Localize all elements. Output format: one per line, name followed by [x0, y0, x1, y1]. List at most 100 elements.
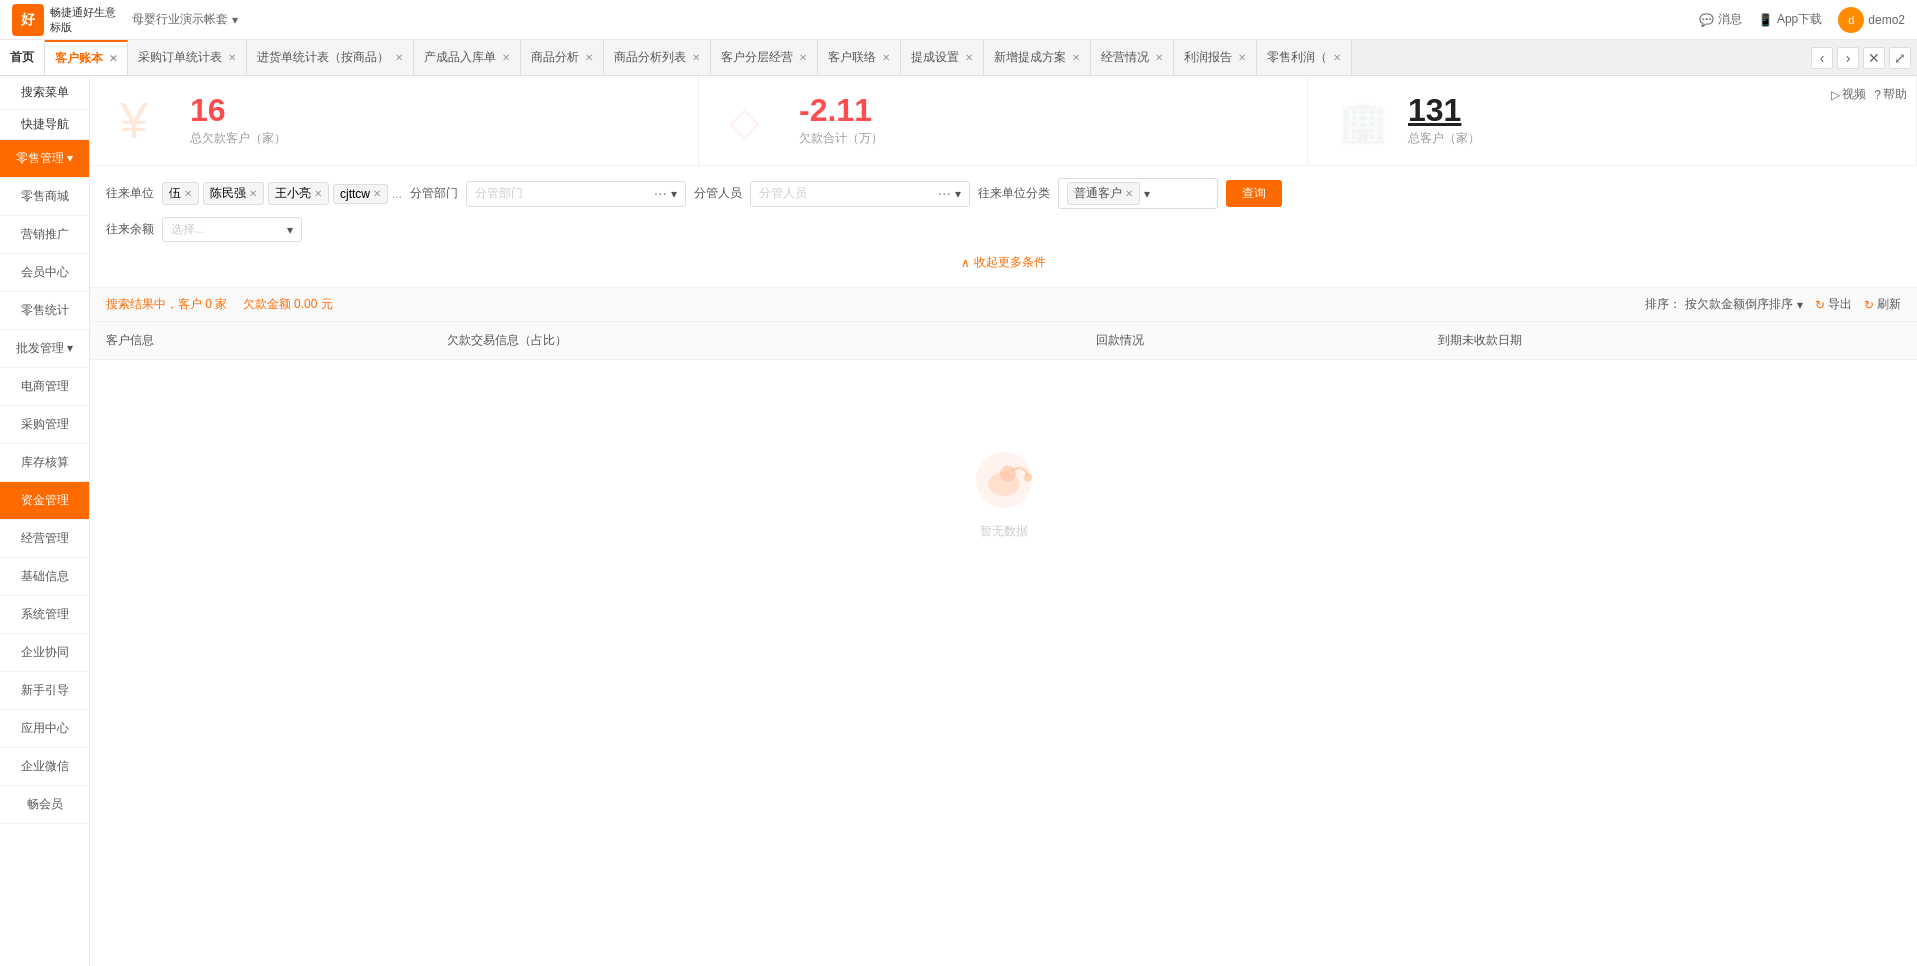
logo-icon: 好	[12, 4, 44, 36]
close-icon[interactable]: ✕	[882, 52, 890, 63]
tab-purchase-orders[interactable]: 采购订单统计表 ✕	[128, 40, 247, 76]
close-icon[interactable]: ✕	[395, 52, 403, 63]
sidebar-item-ecommerce[interactable]: 电商管理	[0, 368, 89, 406]
stat-text-total-all: 131 总客户（家）	[1408, 94, 1480, 147]
chevron-down-icon: ▾	[67, 341, 73, 355]
delete-category-tag[interactable]: ✕	[1125, 188, 1133, 199]
refresh-button[interactable]: ↻ 刷新	[1864, 296, 1901, 313]
tab-prev-button[interactable]: ‹	[1811, 47, 1833, 69]
close-icon[interactable]: ✕	[585, 52, 593, 63]
tab-maximize-button[interactable]: ⤢	[1889, 47, 1911, 69]
app-download-button[interactable]: 📱 App下载	[1758, 11, 1822, 28]
close-icon[interactable]: ✕	[228, 52, 236, 63]
export-button[interactable]: ↻ 导出	[1815, 296, 1852, 313]
sidebar-item-enterprise-collab[interactable]: 企业协同	[0, 634, 89, 672]
stat-label-total-customers: 总欠款客户（家）	[190, 130, 286, 147]
tab-customer-segment[interactable]: 客户分层经营 ✕	[711, 40, 818, 76]
stat-total-debt-customers: ¥ 16 总欠款客户（家）	[90, 76, 699, 165]
sidebar-item-purchase[interactable]: 采购管理	[0, 406, 89, 444]
empty-illustration	[964, 440, 1044, 523]
delete-tag-wang[interactable]: ✕	[314, 188, 322, 199]
sidebar-item-vip-member[interactable]: 畅会员	[0, 786, 89, 824]
sidebar-search[interactable]: 搜索菜单	[0, 76, 89, 110]
filter-row-2: 往来余额 选择... ▾	[106, 217, 1901, 242]
sidebar-item-basic-info[interactable]: 基础信息	[0, 558, 89, 596]
tab-product-analysis[interactable]: 商品分析 ✕	[521, 40, 604, 76]
sidebar-item-marketing[interactable]: 营销推广	[0, 216, 89, 254]
sidebar-item-new-guide[interactable]: 新手引导	[0, 672, 89, 710]
unit-tag-chen[interactable]: 陈民强 ✕	[203, 182, 264, 205]
person-filter-select[interactable]: 分管人员 ··· ▾	[750, 181, 970, 207]
messages-button[interactable]: 💬 消息	[1699, 11, 1742, 28]
message-icon: 💬	[1699, 13, 1714, 27]
enterprise-select[interactable]: 母婴行业演示帐套 ▾	[132, 11, 238, 28]
close-icon[interactable]: ✕	[109, 53, 117, 64]
close-icon[interactable]: ✕	[1238, 52, 1246, 63]
close-icon[interactable]: ✕	[502, 52, 510, 63]
unit-filter-label: 往来单位	[106, 185, 154, 202]
sidebar-item-enterprise-wechat[interactable]: 企业微信	[0, 748, 89, 786]
main-layout: 搜索菜单 快捷导航 零售管理 ▾ 零售商城 营销推广 会员中心 零售统计 批发管…	[0, 76, 1917, 966]
video-help-button[interactable]: ▷ 视频	[1831, 86, 1866, 103]
topbar-left: 好 畅捷通好生意 标版 母婴行业演示帐套 ▾	[12, 4, 238, 36]
chevron-down-icon: ▾	[232, 13, 238, 27]
sidebar-item-system[interactable]: 系统管理	[0, 596, 89, 634]
dept-chevron-icon: ▾	[671, 187, 677, 201]
tab-home[interactable]: 首页	[0, 40, 45, 76]
collapse-filter-button[interactable]: ∧ 收起更多条件	[106, 250, 1901, 275]
tab-product-analysis-list[interactable]: 商品分析列表 ✕	[604, 40, 711, 76]
filter-area: 往来单位 伍 ✕ 陈民强 ✕ 王小亮 ✕ cjttcw	[90, 166, 1917, 288]
stat-value-total-all: 131	[1408, 94, 1480, 126]
tab-customers[interactable]: 客户账本 ✕	[45, 40, 128, 76]
tabbar: 首页 客户账本 ✕ 采购订单统计表 ✕ 进货单统计表（按商品） ✕ 产成品入库单…	[0, 40, 1917, 76]
sidebar-quick-nav[interactable]: 快捷导航	[0, 110, 89, 140]
user-menu[interactable]: d demo2	[1838, 7, 1905, 33]
tab-retail-profit[interactable]: 零售利润（ ✕	[1257, 40, 1352, 76]
sidebar-item-member[interactable]: 会员中心	[0, 254, 89, 292]
tabbar-controls: ‹ › ✕ ⤢	[1811, 47, 1917, 69]
svg-point-2	[1000, 466, 1016, 482]
unit-category-filter-select[interactable]: 普通客户 ✕ ▾	[1058, 178, 1218, 209]
unit-category-tag-normal[interactable]: 普通客户 ✕	[1067, 182, 1140, 205]
unit-tag-wang[interactable]: 王小亮 ✕	[268, 182, 329, 205]
unit-tags-more-button[interactable]: ...	[392, 187, 402, 201]
tab-next-button[interactable]: ›	[1837, 47, 1859, 69]
close-icon[interactable]: ✕	[692, 52, 700, 63]
delete-tag-chen[interactable]: ✕	[249, 188, 257, 199]
sidebar-item-operations[interactable]: 经营管理	[0, 520, 89, 558]
sidebar-item-retail-mall[interactable]: 零售商城	[0, 178, 89, 216]
tab-new-promotion[interactable]: 新增提成方案 ✕	[984, 40, 1091, 76]
close-icon[interactable]: ✕	[965, 52, 973, 63]
close-icon[interactable]: ✕	[1072, 52, 1080, 63]
unit-tag-cjttcw[interactable]: cjttcw ✕	[333, 184, 388, 204]
tab-promotion-settings[interactable]: 提成设置 ✕	[901, 40, 984, 76]
balance-filter-label: 往来余额	[106, 221, 154, 238]
sidebar-item-app-center[interactable]: 应用中心	[0, 710, 89, 748]
dept-filter-select[interactable]: 分管部门 ··· ▾	[466, 181, 686, 207]
debt-customers-icon: ¥	[120, 92, 148, 150]
tab-product-inbound[interactable]: 产成品入库单 ✕	[414, 40, 521, 76]
tab-business-status[interactable]: 经营情况 ✕	[1091, 40, 1174, 76]
balance-filter-select[interactable]: 选择... ▾	[162, 217, 302, 242]
tab-incoming-stats[interactable]: 进货单统计表（按商品） ✕	[247, 40, 414, 76]
sidebar-item-finance[interactable]: 资金管理	[0, 482, 89, 520]
tab-close-all-button[interactable]: ✕	[1863, 47, 1885, 69]
help-button[interactable]: ? 帮助	[1874, 86, 1907, 103]
delete-tag-wu[interactable]: ✕	[184, 188, 192, 199]
sidebar-item-retail-stats[interactable]: 零售统计	[0, 292, 89, 330]
sidebar: 搜索菜单 快捷导航 零售管理 ▾ 零售商城 营销推广 会员中心 零售统计 批发管…	[0, 76, 90, 966]
tab-profit-report[interactable]: 利润报告 ✕	[1174, 40, 1257, 76]
close-icon[interactable]: ✕	[1333, 52, 1341, 63]
sidebar-item-wholesale[interactable]: 批发管理 ▾	[0, 330, 89, 368]
tab-customer-contact[interactable]: 客户联络 ✕	[818, 40, 901, 76]
sidebar-item-inventory[interactable]: 库存核算	[0, 444, 89, 482]
unit-tag-wu[interactable]: 伍 ✕	[162, 182, 199, 205]
stat-debt-amount: ◇ -2.11 欠款合计（万）	[699, 76, 1308, 165]
delete-tag-cjttcw[interactable]: ✕	[373, 188, 381, 199]
sort-select[interactable]: 排序： 按欠款金额倒序排序 ▾	[1645, 296, 1803, 313]
close-icon[interactable]: ✕	[1155, 52, 1163, 63]
sidebar-item-retail[interactable]: 零售管理 ▾	[0, 140, 89, 178]
close-icon[interactable]: ✕	[799, 52, 807, 63]
data-table: 客户信息 欠款交易信息（占比） 回款情况 到期未收款日期	[90, 322, 1917, 360]
query-button[interactable]: 查询	[1226, 180, 1282, 207]
